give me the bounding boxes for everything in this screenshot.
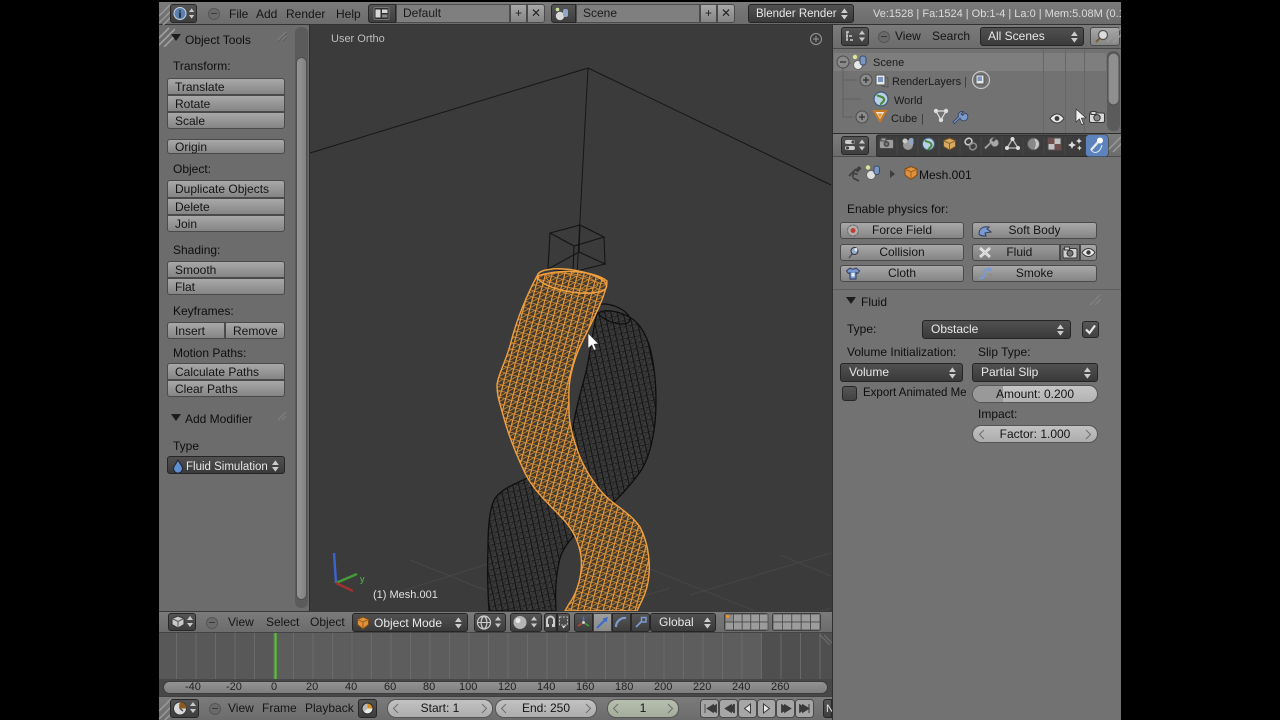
svg-text:i: i [179, 10, 182, 21]
svg-text:|: | [921, 113, 924, 125]
svg-text:y: y [360, 574, 365, 584]
svg-text:Cube: Cube [891, 113, 917, 125]
svg-text:RenderLayers: RenderLayers [892, 76, 962, 88]
svg-text:Scene: Scene [873, 57, 904, 69]
svg-text:World: World [894, 95, 923, 107]
svg-text:(1) Mesh.001: (1) Mesh.001 [373, 589, 438, 601]
svg-text:User Ortho: User Ortho [331, 33, 385, 45]
svg-text:|: | [964, 76, 967, 88]
